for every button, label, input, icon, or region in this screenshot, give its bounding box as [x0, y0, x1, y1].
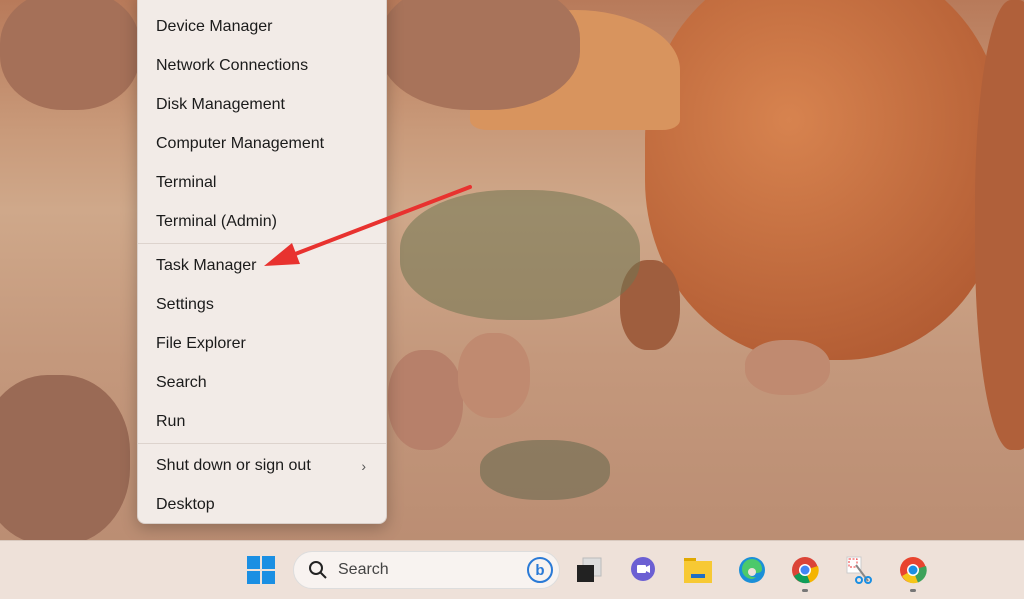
chrome-icon[interactable] — [788, 553, 822, 587]
task-view-icon[interactable] — [572, 553, 606, 587]
annotation-arrow — [264, 185, 472, 266]
running-indicator — [802, 589, 808, 592]
snipping-tool-icon[interactable] — [842, 553, 876, 587]
search-box[interactable]: Search b — [293, 551, 560, 589]
teams-chat-icon[interactable] — [626, 553, 660, 587]
file-explorer-icon[interactable] — [681, 553, 715, 587]
start-icon[interactable] — [244, 553, 278, 587]
chrome-canary-icon[interactable] — [896, 553, 930, 587]
bing-icon[interactable]: b — [527, 557, 553, 583]
edge-icon[interactable] — [735, 553, 769, 587]
taskbar: Search b — [0, 540, 1024, 599]
search-icon — [309, 561, 327, 579]
running-indicator — [910, 589, 916, 592]
